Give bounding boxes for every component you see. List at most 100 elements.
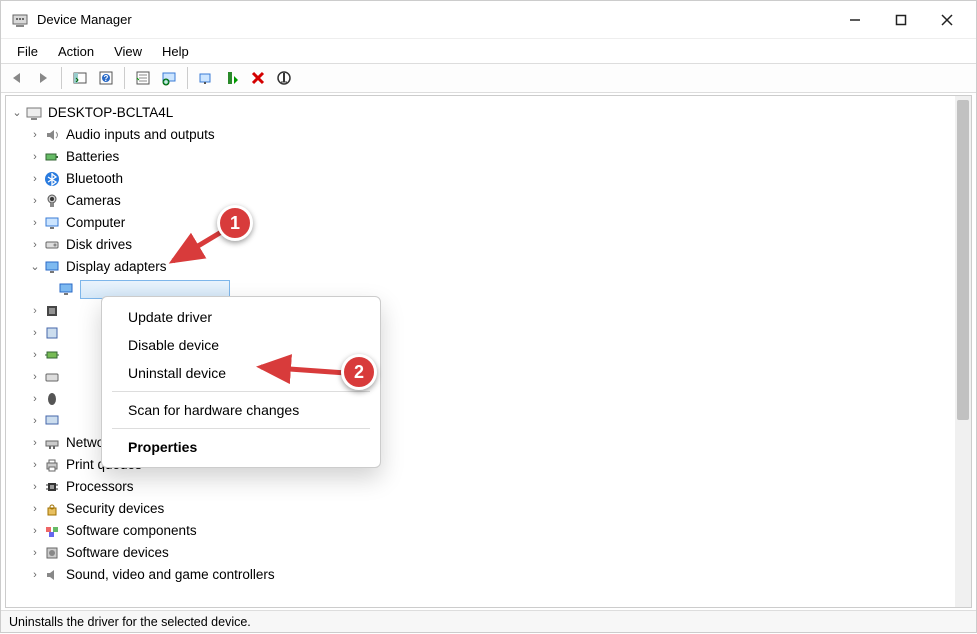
tree-node-display[interactable]: ⌄ Display adapters <box>10 256 967 278</box>
expand-icon[interactable]: › <box>28 322 42 344</box>
tree-label: Security devices <box>66 498 164 520</box>
camera-icon <box>42 193 62 209</box>
tree-node-audio[interactable]: › Audio inputs and outputs <box>10 124 967 146</box>
tree-node-sound[interactable]: › Sound, video and game controllers <box>10 564 967 586</box>
tree-label: Disk drives <box>66 234 132 256</box>
cpu-icon <box>42 479 62 495</box>
tree-label: Computer <box>66 212 125 234</box>
battery-icon <box>42 149 62 165</box>
help-button[interactable]: ? <box>94 66 118 90</box>
scrollbar[interactable] <box>955 96 971 607</box>
software-icon <box>42 545 62 561</box>
update-driver-button[interactable] <box>157 66 181 90</box>
ctx-properties[interactable]: Properties <box>102 433 380 461</box>
monitor-icon <box>42 215 62 231</box>
context-menu: Update driver Disable device Uninstall d… <box>101 296 381 468</box>
ctx-disable-device[interactable]: Disable device <box>102 331 380 359</box>
display-icon <box>56 281 76 297</box>
expand-icon[interactable]: › <box>28 212 42 234</box>
network-icon <box>42 435 62 451</box>
ctx-separator <box>112 391 370 392</box>
tree-node-sw-components[interactable]: › Software components <box>10 520 967 542</box>
back-button[interactable] <box>5 66 29 90</box>
tree-node-computer[interactable]: › Computer <box>10 212 967 234</box>
tree-node-disk[interactable]: › Disk drives <box>10 234 967 256</box>
minimize-button[interactable] <box>832 4 878 36</box>
speaker-icon <box>42 567 62 583</box>
ctx-scan-hardware[interactable]: Scan for hardware changes <box>102 396 380 424</box>
expand-icon[interactable]: › <box>28 300 42 322</box>
firmware-icon <box>42 303 62 319</box>
expand-icon[interactable]: › <box>28 454 42 476</box>
speaker-icon <box>42 127 62 143</box>
window-controls <box>832 4 970 36</box>
enable-device-button[interactable] <box>220 66 244 90</box>
menu-view[interactable]: View <box>104 42 152 61</box>
security-icon <box>42 501 62 517</box>
menu-file[interactable]: File <box>7 42 48 61</box>
computer-icon <box>24 105 44 121</box>
expand-icon[interactable]: › <box>28 498 42 520</box>
expand-icon[interactable]: › <box>28 476 42 498</box>
scrollbar-thumb[interactable] <box>957 100 969 420</box>
monitor-icon <box>42 413 62 429</box>
expand-icon[interactable]: › <box>28 168 42 190</box>
tree-label: Sound, video and game controllers <box>66 564 275 586</box>
disable-device-button[interactable] <box>272 66 296 90</box>
expand-icon[interactable]: › <box>28 146 42 168</box>
chip-icon <box>42 347 62 363</box>
forward-button[interactable] <box>31 66 55 90</box>
expand-icon[interactable]: ⌄ <box>10 102 24 124</box>
tree-label: Processors <box>66 476 134 498</box>
status-text: Uninstalls the driver for the selected d… <box>9 615 251 629</box>
display-icon <box>42 259 62 275</box>
show-hide-console-tree-button[interactable] <box>68 66 92 90</box>
scan-hardware-button[interactable] <box>194 66 218 90</box>
expand-icon[interactable]: › <box>28 388 42 410</box>
expand-icon[interactable]: › <box>28 366 42 388</box>
keyboard-icon <box>42 369 62 385</box>
expand-icon[interactable]: › <box>28 234 42 256</box>
uninstall-device-button[interactable] <box>246 66 270 90</box>
expand-icon[interactable]: › <box>28 432 42 454</box>
expand-icon[interactable]: › <box>28 344 42 366</box>
tree-label: Audio inputs and outputs <box>66 124 215 146</box>
properties-button[interactable] <box>131 66 155 90</box>
close-button[interactable] <box>924 4 970 36</box>
ctx-uninstall-device[interactable]: Uninstall device <box>102 359 380 387</box>
tree-node-bluetooth[interactable]: › Bluetooth <box>10 168 967 190</box>
printer-icon <box>42 457 62 473</box>
tree-root[interactable]: ⌄ DESKTOP-BCLTA4L <box>10 102 967 124</box>
expand-icon[interactable]: › <box>28 542 42 564</box>
expand-icon[interactable]: › <box>28 124 42 146</box>
expand-icon[interactable]: › <box>28 564 42 586</box>
tree-label: Display adapters <box>66 256 167 278</box>
mouse-icon <box>42 391 62 407</box>
expand-icon[interactable]: › <box>28 410 42 432</box>
tree-node-processors[interactable]: › Processors <box>10 476 967 498</box>
disk-icon <box>42 237 62 253</box>
tree-label: Software components <box>66 520 197 542</box>
svg-text:?: ? <box>104 74 109 83</box>
maximize-button[interactable] <box>878 4 924 36</box>
bluetooth-icon <box>42 171 62 187</box>
menu-help[interactable]: Help <box>152 42 199 61</box>
menu-action[interactable]: Action <box>48 42 104 61</box>
tree-node-batteries[interactable]: › Batteries <box>10 146 967 168</box>
tree-label: Software devices <box>66 542 169 564</box>
ctx-update-driver[interactable]: Update driver <box>102 303 380 331</box>
annotation-2: 2 <box>341 354 377 390</box>
collapse-icon[interactable]: ⌄ <box>28 256 42 278</box>
tree-label: Batteries <box>66 146 119 168</box>
component-icon <box>42 523 62 539</box>
statusbar: Uninstalls the driver for the selected d… <box>1 610 976 632</box>
tree-root-label: DESKTOP-BCLTA4L <box>48 102 173 124</box>
tree-node-sw-devices[interactable]: › Software devices <box>10 542 967 564</box>
expand-icon[interactable]: › <box>28 190 42 212</box>
app-icon <box>11 11 29 29</box>
tree-node-cameras[interactable]: › Cameras <box>10 190 967 212</box>
tree-node-security[interactable]: › Security devices <box>10 498 967 520</box>
expand-icon[interactable]: › <box>28 520 42 542</box>
hid-icon <box>42 325 62 341</box>
menubar: File Action View Help <box>1 39 976 63</box>
